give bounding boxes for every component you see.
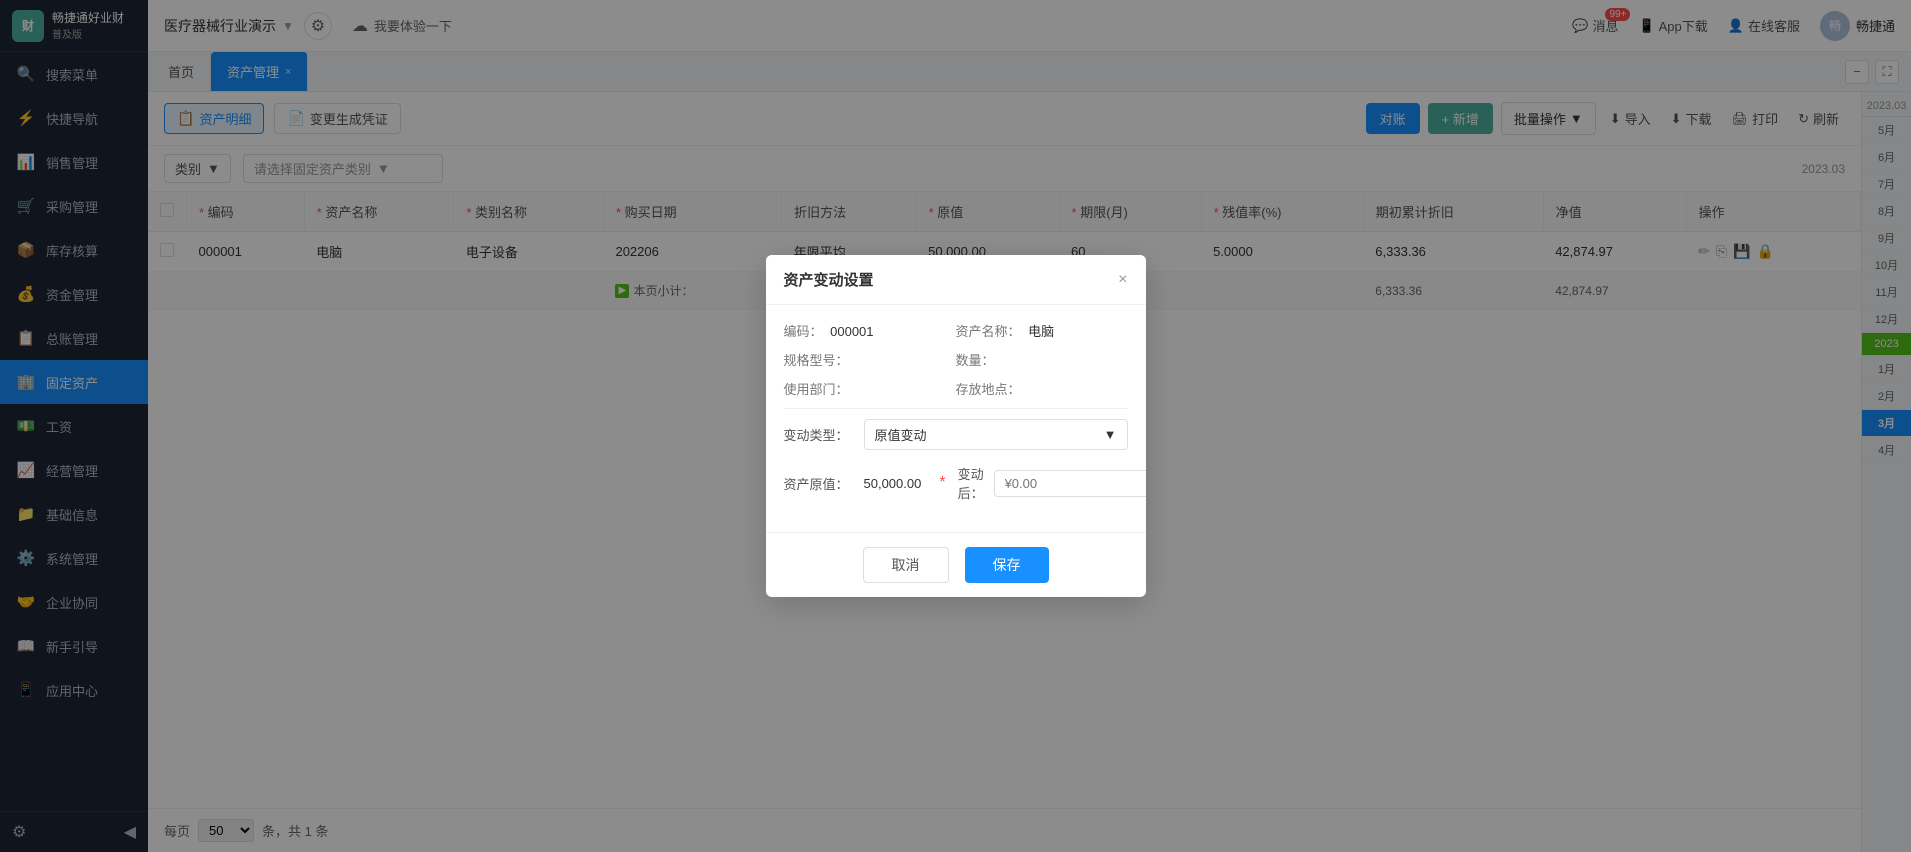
modal-footer: 取消 保存	[766, 532, 1146, 597]
modal-overlay: 资产变动设置 × 编码： 000001 资产名称： 电脑 规格型号：	[0, 0, 1911, 852]
modal-row-2: 规格型号： 数量：	[784, 350, 1128, 369]
modal-title: 资产变动设置	[784, 269, 874, 290]
select-arrow-icon: ▼	[1104, 427, 1117, 442]
modal-location-cell: 存放地点：	[956, 379, 1128, 398]
cancel-button[interactable]: 取消	[863, 547, 949, 583]
name-value: 电脑	[1028, 324, 1054, 339]
modal-body: 编码： 000001 资产名称： 电脑 规格型号： 数量：	[766, 305, 1146, 532]
modal-code-cell: 编码： 000001	[784, 321, 956, 340]
modal-input-group: 50,000.00 * 变动后：	[864, 464, 1146, 502]
asset-change-modal: 资产变动设置 × 编码： 000001 资产名称： 电脑 规格型号：	[766, 255, 1146, 597]
original-value-static: 50,000.00	[864, 476, 922, 491]
after-value-input[interactable]	[994, 470, 1146, 497]
change-type-label: 变动类型：	[784, 425, 864, 444]
spec-label: 规格型号：	[784, 353, 849, 368]
modal-change-type-row: 变动类型： 原值变动 ▼	[784, 419, 1128, 450]
name-label: 资产名称：	[956, 324, 1021, 339]
modal-close-button[interactable]: ×	[1118, 271, 1127, 289]
modal-spec-cell: 规格型号：	[784, 350, 956, 369]
modal-divider	[784, 408, 1128, 409]
after-label: 变动后：	[958, 464, 984, 502]
code-value: 000001	[830, 324, 873, 339]
modal-quantity-cell: 数量：	[956, 350, 1128, 369]
original-value-label: 资产原值：	[784, 474, 864, 493]
quantity-label: 数量：	[956, 353, 995, 368]
location-label: 存放地点：	[956, 382, 1021, 397]
modal-value-row: 资产原值： 50,000.00 * 变动后：	[784, 464, 1128, 502]
required-star-icon: *	[939, 474, 945, 492]
modal-dept-cell: 使用部门：	[784, 379, 956, 398]
change-type-select[interactable]: 原值变动 ▼	[864, 419, 1128, 450]
dept-label: 使用部门：	[784, 382, 849, 397]
modal-row-3: 使用部门： 存放地点：	[784, 379, 1128, 398]
modal-name-cell: 资产名称： 电脑	[956, 321, 1128, 340]
change-type-value: 原值变动	[875, 425, 927, 444]
modal-row-1: 编码： 000001 资产名称： 电脑	[784, 321, 1128, 340]
save-button[interactable]: 保存	[965, 547, 1049, 583]
code-label: 编码：	[784, 324, 823, 339]
modal-header: 资产变动设置 ×	[766, 255, 1146, 305]
